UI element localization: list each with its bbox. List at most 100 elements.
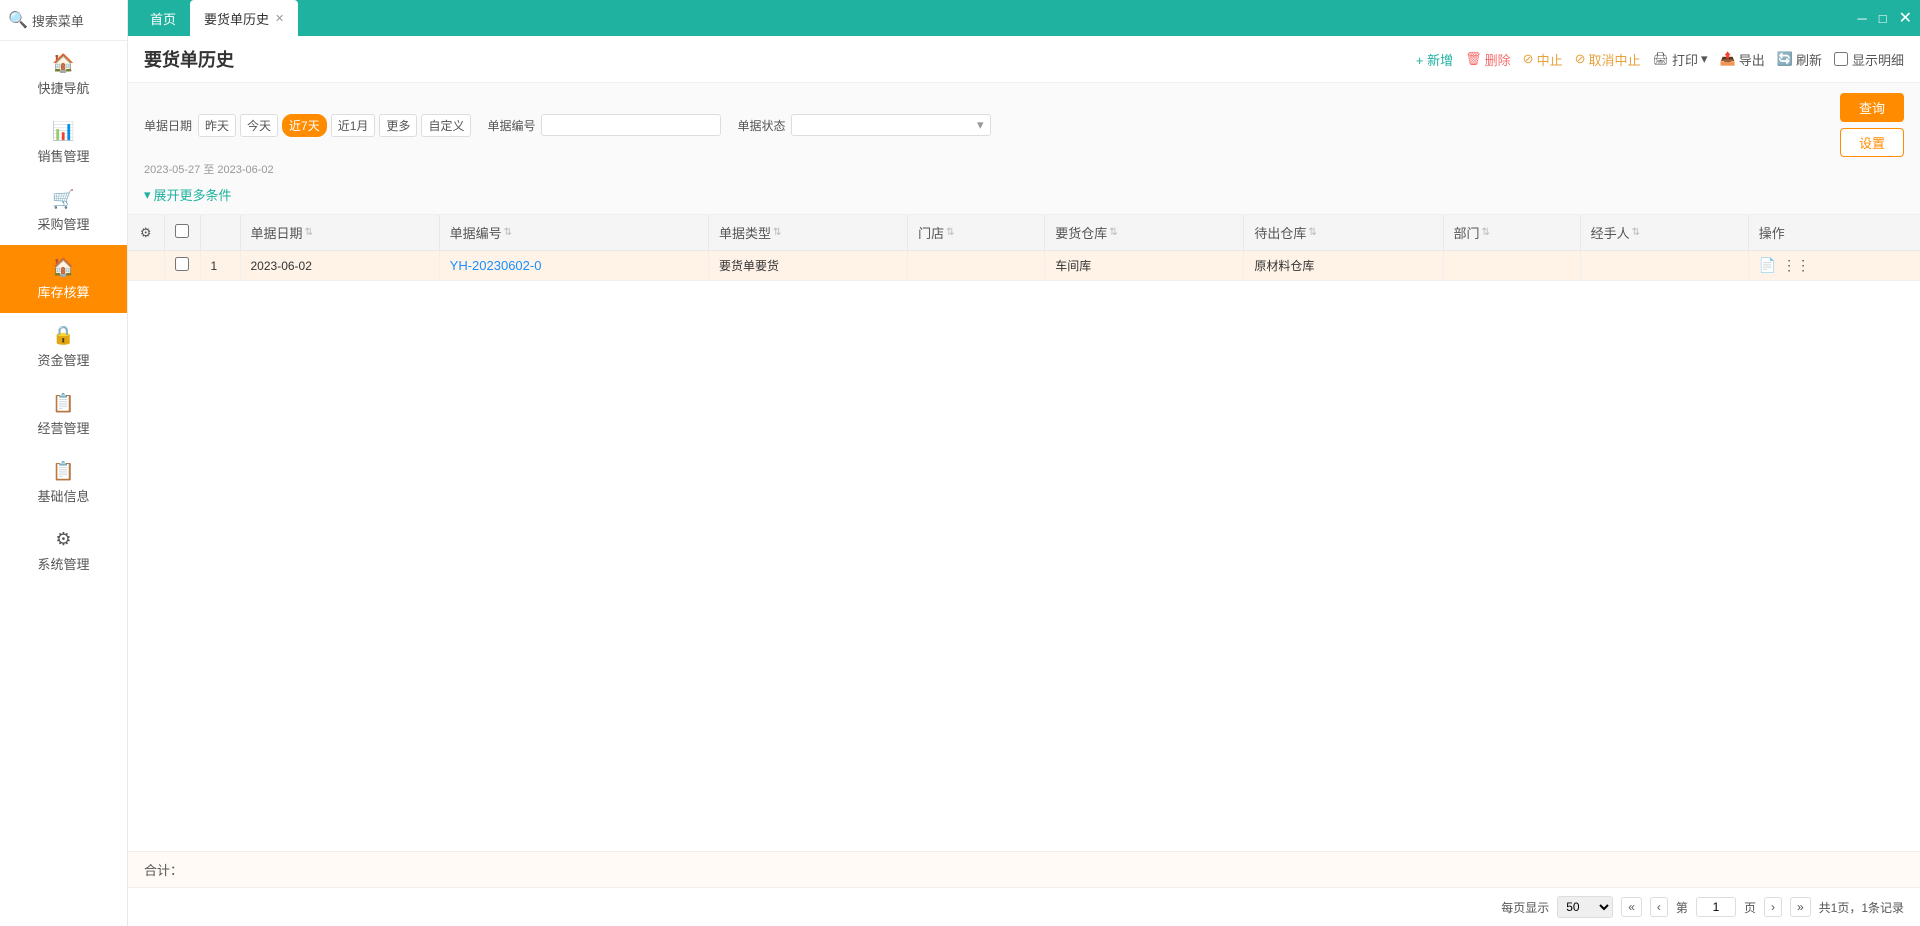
display-detail-checkbox[interactable]: 显示明细	[1834, 50, 1904, 69]
delete-label: 删除	[1485, 50, 1511, 69]
query-button[interactable]: 查询	[1840, 93, 1904, 122]
doc-date-label: 单据日期	[144, 117, 192, 134]
select-all-checkbox[interactable]	[175, 224, 189, 238]
basic-info-icon: 📋	[52, 461, 74, 482]
refresh-button[interactable]: 🔄 刷新	[1777, 50, 1822, 69]
table-body: 1 2023-06-02 YH-20230602-0 要货单要货 车间库 原材料…	[128, 251, 1920, 281]
purchase-icon: 🛒	[52, 189, 74, 210]
th-pending-warehouse[interactable]: 待出仓库 ⇅	[1244, 215, 1443, 251]
sidebar-item-operations[interactable]: 📋 经营管理	[0, 381, 127, 449]
doc-number-input[interactable]	[541, 114, 721, 136]
sidebar-item-label: 采购管理	[37, 214, 89, 233]
th-req-warehouse[interactable]: 要货仓库 ⇅	[1045, 215, 1244, 251]
sidebar: 🔍 搜索菜单 🏠 快捷导航 📊 销售管理 🛒 采购管理 🏠 库存核算 🔒 资金管…	[0, 0, 128, 926]
cell-doc-date: 2023-06-02	[240, 251, 439, 281]
print-dropdown-icon: ▾	[1701, 51, 1708, 67]
page-number-input[interactable]	[1696, 897, 1736, 917]
filter-doc-status: 单据状态	[737, 114, 991, 136]
th-department[interactable]: 部门 ⇅	[1443, 215, 1580, 251]
display-detail-label: 显示明细	[1852, 50, 1904, 69]
per-page-select[interactable]: 10 20 50 100	[1557, 896, 1613, 918]
th-department-label: 部门	[1454, 223, 1480, 242]
filter-actions: 查询 设置	[1840, 93, 1904, 157]
inventory-icon: 🏠	[52, 257, 74, 278]
cell-num: 1	[200, 251, 240, 281]
th-pending-warehouse-label: 待出仓库	[1254, 223, 1306, 242]
export-button[interactable]: 📤 导出	[1720, 50, 1765, 69]
delete-button[interactable]: 🗑 删除	[1465, 50, 1511, 69]
doc-status-select[interactable]	[791, 114, 991, 136]
cell-actions: 📄 ⋮⋮	[1748, 251, 1920, 281]
sidebar-item-label: 基础信息	[37, 486, 89, 505]
cancel-stop-button[interactable]: ⊘ 取消中止	[1575, 50, 1641, 69]
date-btn-more[interactable]: 更多	[379, 114, 417, 137]
page-title: 要货单历史	[144, 46, 1408, 72]
sales-icon: 📊	[52, 121, 74, 142]
sidebar-item-basic-info[interactable]: 📋 基础信息	[0, 449, 127, 517]
date-range-display: 2023-05-27 至 2023-06-02	[144, 161, 1904, 177]
th-handler[interactable]: 经手人 ⇅	[1580, 215, 1748, 251]
th-doc-number-label: 单据编号	[450, 223, 502, 242]
date-btn-yesterday[interactable]: 昨天	[198, 114, 236, 137]
cell-req-warehouse: 车间库	[1045, 251, 1244, 281]
th-store[interactable]: 门店 ⇅	[908, 215, 1045, 251]
tab-home[interactable]: 首页	[136, 0, 190, 36]
sidebar-item-system[interactable]: ⚙ 系统管理	[0, 517, 127, 585]
sort-req-warehouse-icon: ⇅	[1109, 227, 1117, 238]
sidebar-search-label: 搜索菜单	[32, 11, 84, 30]
th-checkbox	[164, 215, 200, 251]
new-button[interactable]: + 新增	[1416, 50, 1453, 69]
cell-settings	[128, 251, 164, 281]
date-buttons: 昨天 今天 近7天 近1月 更多 自定义	[198, 114, 471, 137]
sidebar-item-finance[interactable]: 🔒 资金管理	[0, 313, 127, 381]
sidebar-item-label: 经营管理	[37, 418, 89, 437]
quick-nav-icon: 🏠	[52, 53, 74, 74]
date-btn-last1month[interactable]: 近1月	[331, 114, 376, 137]
operations-icon: 📋	[52, 393, 74, 414]
display-detail-input[interactable]	[1834, 52, 1848, 66]
summary-label: 合计：	[144, 863, 183, 878]
refresh-icon: 🔄	[1777, 51, 1793, 67]
row-edit-btn[interactable]: 📄	[1759, 257, 1776, 274]
th-doc-number[interactable]: 单据编号 ⇅	[439, 215, 708, 251]
prev-page-btn[interactable]: ‹	[1650, 897, 1668, 917]
tab-requisition-history[interactable]: 要货单历史 ✕	[190, 0, 298, 36]
window-minimize-btn[interactable]: ─	[1858, 11, 1867, 26]
th-settings[interactable]: ⚙	[128, 215, 164, 251]
th-actions: 操作	[1748, 215, 1920, 251]
sort-doc-date-icon: ⇅	[305, 227, 313, 238]
tab-home-label: 首页	[150, 9, 176, 28]
print-button[interactable]: 🖨 打印 ▾	[1653, 50, 1708, 69]
doc-status-label: 单据状态	[737, 117, 785, 134]
stop-button[interactable]: ⊘ 中止	[1523, 50, 1563, 69]
tab-bar-right: ─ □ ✕	[1858, 8, 1912, 28]
expand-label: 展开更多条件	[154, 185, 232, 204]
window-close-btn[interactable]: ✕	[1899, 8, 1912, 28]
window-maximize-btn[interactable]: □	[1879, 11, 1887, 26]
row-checkbox[interactable]	[175, 257, 189, 271]
sidebar-search[interactable]: 🔍 搜索菜单	[0, 0, 127, 41]
table-row: 1 2023-06-02 YH-20230602-0 要货单要货 车间库 原材料…	[128, 251, 1920, 281]
last-page-btn[interactable]: »	[1790, 897, 1811, 917]
settings-icon: ⚙	[140, 225, 152, 240]
sidebar-item-purchase[interactable]: 🛒 采购管理	[0, 177, 127, 245]
date-btn-custom[interactable]: 自定义	[421, 114, 471, 137]
refresh-label: 刷新	[1796, 50, 1822, 69]
delete-icon: 🗑	[1465, 51, 1482, 67]
stop-icon: ⊘	[1523, 51, 1534, 67]
sidebar-item-quick-nav[interactable]: 🏠 快捷导航	[0, 41, 127, 109]
expand-btn[interactable]: ▾ 展开更多条件	[144, 185, 1904, 204]
sidebar-item-inventory[interactable]: 🏠 库存核算	[0, 245, 127, 313]
row-more-btn[interactable]: ⋮⋮	[1782, 257, 1810, 274]
doc-number-link[interactable]: YH-20230602-0	[450, 258, 542, 273]
date-btn-today[interactable]: 今天	[240, 114, 278, 137]
first-page-btn[interactable]: «	[1621, 897, 1642, 917]
settings-button[interactable]: 设置	[1840, 128, 1904, 157]
th-doc-date[interactable]: 单据日期 ⇅	[240, 215, 439, 251]
next-page-btn[interactable]: ›	[1764, 897, 1782, 917]
th-doc-type[interactable]: 单据类型 ⇅	[708, 215, 907, 251]
th-handler-label: 经手人	[1591, 223, 1630, 242]
date-btn-last7days[interactable]: 近7天	[282, 114, 327, 137]
tab-close-icon[interactable]: ✕	[275, 12, 284, 25]
sidebar-item-sales[interactable]: 📊 销售管理	[0, 109, 127, 177]
